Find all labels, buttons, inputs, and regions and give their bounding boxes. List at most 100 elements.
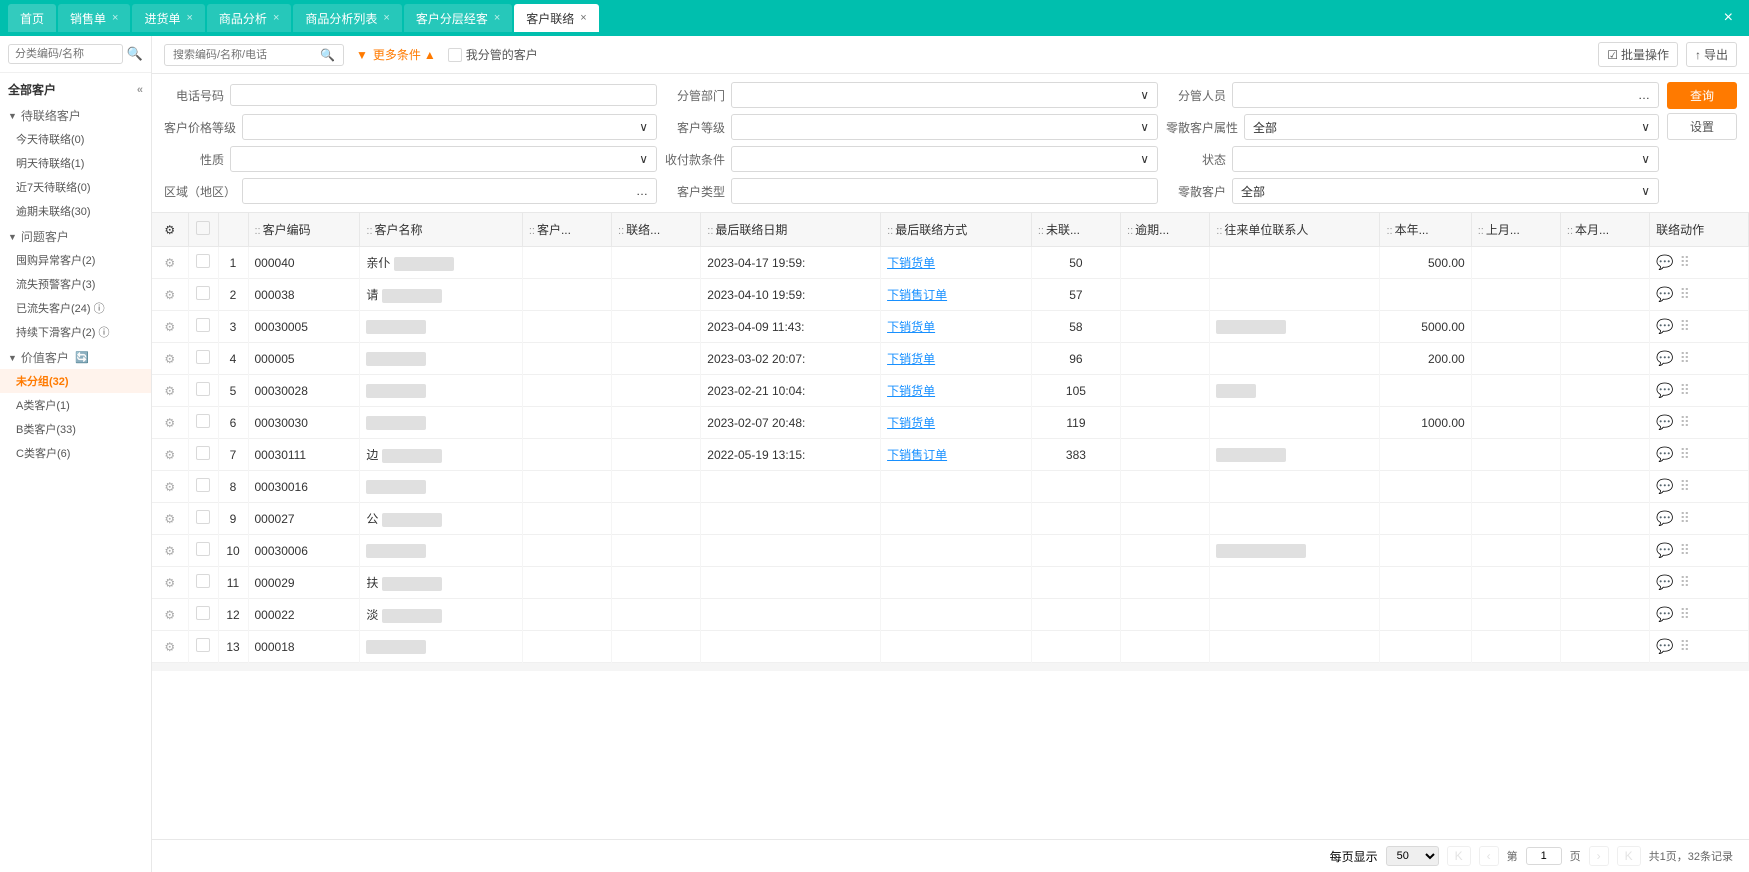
message-action-icon[interactable]: 💬 bbox=[1656, 510, 1673, 527]
row-checkbox[interactable] bbox=[196, 574, 210, 588]
all-customers-header[interactable]: 全部客户 « bbox=[0, 73, 151, 102]
cell-last-contact-method[interactable]: 下销货单 bbox=[881, 247, 1032, 279]
tab-analysis-list-close[interactable]: × bbox=[383, 12, 389, 24]
row-settings-icon[interactable]: ⚙ bbox=[164, 608, 175, 622]
query-button[interactable]: 查询 bbox=[1667, 82, 1737, 109]
col-name[interactable]: ::客户名称 bbox=[360, 213, 522, 247]
cell-checkbox[interactable] bbox=[188, 631, 218, 663]
message-action-icon[interactable]: 💬 bbox=[1656, 254, 1673, 271]
more-action-icon[interactable]: ⠿ bbox=[1680, 606, 1690, 623]
row-checkbox[interactable] bbox=[196, 446, 210, 460]
sidebar-item-tomorrow-pending[interactable]: 明天待联络(1) bbox=[0, 151, 151, 175]
col-this-year[interactable]: ::本年... bbox=[1380, 213, 1471, 247]
sidebar-item-churned[interactable]: 已流失客户(24) ⓘ bbox=[0, 296, 151, 320]
tab-sales[interactable]: 销售单 × bbox=[58, 4, 130, 32]
row-checkbox[interactable] bbox=[196, 350, 210, 364]
sidebar-item-churn-warning[interactable]: 流失预警客户(3) bbox=[0, 272, 151, 296]
row-checkbox[interactable] bbox=[196, 478, 210, 492]
contact-method-link[interactable]: 下销货单 bbox=[887, 352, 935, 366]
col-last-month[interactable]: ::上月... bbox=[1471, 213, 1560, 247]
col-type[interactable]: ::客户... bbox=[522, 213, 611, 247]
search-input[interactable] bbox=[173, 49, 316, 61]
tab-customer-contact[interactable]: 客户联络 × bbox=[514, 4, 598, 32]
reset-button[interactable]: 设置 bbox=[1667, 113, 1737, 140]
row-settings-icon[interactable]: ⚙ bbox=[164, 256, 175, 270]
contact-method-link[interactable]: 下销货单 bbox=[887, 416, 935, 430]
cell-last-contact-method[interactable] bbox=[881, 503, 1032, 535]
cell-settings[interactable]: ⚙ bbox=[152, 311, 188, 343]
row-checkbox[interactable] bbox=[196, 606, 210, 620]
page-size-select[interactable]: 50 100 200 bbox=[1386, 846, 1439, 866]
last-page-button[interactable]: K bbox=[1617, 846, 1641, 866]
more-action-icon[interactable]: ⠿ bbox=[1680, 638, 1690, 655]
cell-settings[interactable]: ⚙ bbox=[152, 567, 188, 599]
cell-last-contact-method[interactable]: 下销货单 bbox=[881, 343, 1032, 375]
cell-last-contact-method[interactable]: 下销售订单 bbox=[881, 439, 1032, 471]
row-settings-icon[interactable]: ⚙ bbox=[164, 480, 175, 494]
sidebar-item-hoarding-abnormal[interactable]: 囤购异常客户(2) bbox=[0, 248, 151, 272]
col-last-contact-date[interactable]: ::最后联络日期 bbox=[701, 213, 881, 247]
tab-customer-contact-close[interactable]: × bbox=[580, 12, 586, 24]
tab-analysis-list[interactable]: 商品分析列表 × bbox=[293, 4, 401, 32]
sidebar-item-overdue-contact[interactable]: 逾期未联络(30) bbox=[0, 199, 151, 223]
sidebar-item-class-a[interactable]: A类客户(1) bbox=[0, 393, 151, 417]
more-action-icon[interactable]: ⠿ bbox=[1680, 286, 1690, 303]
cell-checkbox[interactable] bbox=[188, 439, 218, 471]
filter-nature-select[interactable]: ∨ bbox=[230, 146, 657, 172]
contact-method-link[interactable]: 下销货单 bbox=[887, 384, 935, 398]
cell-checkbox[interactable] bbox=[188, 567, 218, 599]
sidebar-item-today-pending[interactable]: 今天待联络(0) bbox=[0, 127, 151, 151]
cell-last-contact-method[interactable]: 下销货单 bbox=[881, 311, 1032, 343]
row-settings-icon[interactable]: ⚙ bbox=[164, 512, 175, 526]
cell-settings[interactable]: ⚙ bbox=[152, 279, 188, 311]
more-action-icon[interactable]: ⠿ bbox=[1680, 382, 1690, 399]
cell-checkbox[interactable] bbox=[188, 535, 218, 567]
row-checkbox[interactable] bbox=[196, 510, 210, 524]
col-overdue[interactable]: ::逾期... bbox=[1121, 213, 1210, 247]
contact-method-link[interactable]: 下销售订单 bbox=[887, 448, 947, 462]
first-page-button[interactable]: K bbox=[1447, 846, 1471, 866]
next-page-button[interactable]: › bbox=[1589, 846, 1609, 866]
more-action-icon[interactable]: ⠿ bbox=[1680, 446, 1690, 463]
filter-retail-attr-select[interactable]: 全部 ∨ bbox=[1244, 114, 1659, 140]
header-checkbox[interactable] bbox=[196, 221, 210, 235]
col-last-contact-method[interactable]: ::最后联络方式 bbox=[881, 213, 1032, 247]
sidebar-group-pending[interactable]: ▼ 待联络客户 bbox=[0, 102, 151, 127]
filter-customer-type-select[interactable] bbox=[731, 178, 1158, 204]
value-refresh-icon[interactable]: 🔄 bbox=[75, 351, 89, 364]
cell-checkbox[interactable] bbox=[188, 407, 218, 439]
tab-home[interactable]: 首页 bbox=[8, 4, 56, 32]
sidebar-item-class-b[interactable]: B类客户(33) bbox=[0, 417, 151, 441]
row-checkbox[interactable] bbox=[196, 254, 210, 268]
cell-last-contact-method[interactable]: 下销货单 bbox=[881, 407, 1032, 439]
tab-purchase-close[interactable]: × bbox=[186, 12, 192, 24]
cell-last-contact-method[interactable] bbox=[881, 535, 1032, 567]
contact-method-link[interactable]: 下销货单 bbox=[887, 256, 935, 270]
message-action-icon[interactable]: 💬 bbox=[1656, 446, 1673, 463]
window-close-button[interactable]: × bbox=[1716, 9, 1741, 27]
cell-checkbox[interactable] bbox=[188, 503, 218, 535]
filter-status-select[interactable]: ∨ bbox=[1232, 146, 1659, 172]
message-action-icon[interactable]: 💬 bbox=[1656, 478, 1673, 495]
tab-purchase[interactable]: 进货单 × bbox=[132, 4, 204, 32]
filter-region-select[interactable]: … bbox=[242, 178, 657, 204]
sidebar-item-class-c[interactable]: C类客户(6) bbox=[0, 441, 151, 465]
filter-phone-input[interactable] bbox=[230, 84, 657, 106]
sidebar-collapse-icon[interactable]: « bbox=[137, 84, 143, 96]
cell-last-contact-method[interactable]: 下销货单 bbox=[881, 375, 1032, 407]
sidebar-item-week-pending[interactable]: 近7天待联络(0) bbox=[0, 175, 151, 199]
filter-person-select[interactable]: … bbox=[1232, 82, 1659, 108]
row-checkbox[interactable] bbox=[196, 382, 210, 396]
more-action-icon[interactable]: ⠿ bbox=[1680, 350, 1690, 367]
cell-checkbox[interactable] bbox=[188, 279, 218, 311]
cell-settings[interactable]: ⚙ bbox=[152, 535, 188, 567]
contact-method-link[interactable]: 下销售订单 bbox=[887, 288, 947, 302]
row-settings-icon[interactable]: ⚙ bbox=[164, 576, 175, 590]
row-checkbox[interactable] bbox=[196, 286, 210, 300]
row-settings-icon[interactable]: ⚙ bbox=[164, 416, 175, 430]
message-action-icon[interactable]: 💬 bbox=[1656, 606, 1673, 623]
sidebar-item-declining[interactable]: 持续下滑客户(2) ⓘ bbox=[0, 320, 151, 344]
tab-analysis[interactable]: 商品分析 × bbox=[207, 4, 291, 32]
cell-checkbox[interactable] bbox=[188, 343, 218, 375]
cell-last-contact-method[interactable] bbox=[881, 471, 1032, 503]
